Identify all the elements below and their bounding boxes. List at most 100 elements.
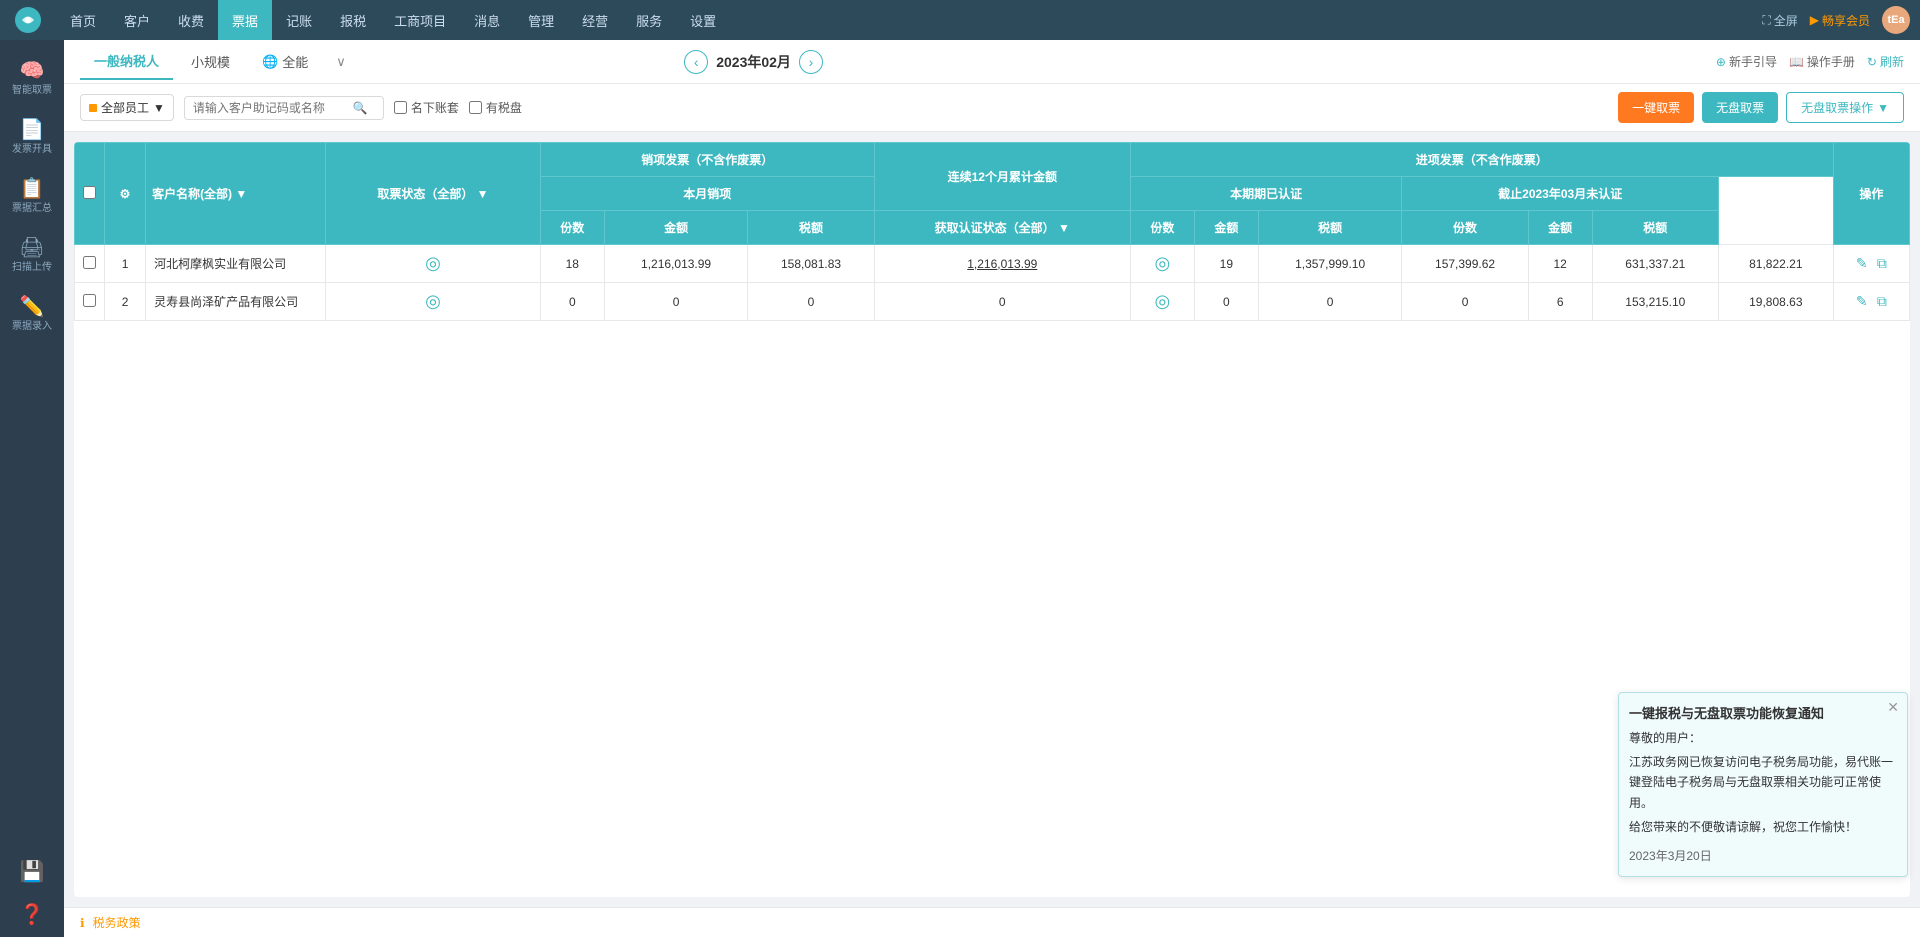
sidebar: 🧠 智能取票 📄 发票开具 📋 票据汇总 🖨 扫描上传 ✏️ 票据录入 💾 ❓ [0,40,64,937]
status-check-icon: ◎ [425,253,441,273]
guide-btn[interactable]: ⊕ 新手引导 [1716,53,1777,70]
tax-disk-filter-checkbox[interactable] [469,101,482,114]
settings-icon[interactable]: ⚙ [120,187,131,201]
vip-btn[interactable]: ▶ 畅享会员 [1810,12,1870,29]
edit-icon[interactable]: ✎ [1856,293,1868,309]
nav-settings[interactable]: 设置 [676,0,730,40]
cert-status-filter-icon[interactable]: ▼ [1058,221,1070,235]
row-cumulative: 0 [874,283,1130,321]
row-status: ◎ [326,283,541,321]
sidebar-item-smart-invoice[interactable]: 🧠 智能取票 [0,50,64,105]
nav-tax[interactable]: 报税 [326,0,380,40]
select-all-checkbox[interactable] [83,186,96,199]
sidebar-bottom: 💾 ❓ [16,851,49,937]
smart-invoice-icon: 🧠 [20,58,45,83]
row-cert-tax: 157,399.62 [1402,245,1528,283]
nav-customer[interactable]: 客户 [110,0,164,40]
top-nav-right: ⛶ 全屏 ▶ 畅享会员 tEa [1762,6,1910,34]
th-amount: 金额 [604,211,748,245]
copy-icon[interactable]: ⧉ [1877,293,1887,309]
employee-dot [89,104,97,112]
current-month-label: 2023年02月 [716,52,791,72]
tax-policy-link[interactable]: 税务政策 [93,914,141,931]
tab-all[interactable]: 🌐 全能 [248,44,322,79]
row-amount: 1,216,013.99 [604,245,748,283]
nav-invoice[interactable]: 票据 [218,0,272,40]
edit-icon[interactable]: ✎ [1856,255,1868,271]
help-icon: ❓ [20,902,45,927]
popup-body: 尊敬的用户： 江苏政务网已恢复访问电子税务局功能，易代账一键登陆电子税务局与无盘… [1629,728,1897,866]
search-input[interactable] [193,101,353,115]
search-icon[interactable]: 🔍 [353,101,368,115]
nav-manage[interactable]: 管理 [514,0,568,40]
sidebar-item-invoice-summary[interactable]: 📋 票据汇总 [0,168,64,223]
nav-operations[interactable]: 经营 [568,0,622,40]
popup-close-btn[interactable]: ✕ [1887,699,1899,716]
row-checkbox[interactable] [83,294,96,307]
row-cumulative: 1,216,013.99 [874,245,1130,283]
fullscreen-btn[interactable]: ⛶ 全屏 [1762,12,1797,29]
globe-icon: 🌐 [262,54,278,70]
th-status: 取票状态（全部） ▼ [326,143,541,245]
row-customer: 河北柯摩枫实业有限公司 [146,245,326,283]
sidebar-item-help[interactable]: ❓ [16,894,49,937]
row-cert-copies: 0 [1194,283,1258,321]
nav-business[interactable]: 工商项目 [380,0,460,40]
row-uncert-copies: 6 [1528,283,1592,321]
tab-small-scale[interactable]: 小规模 [177,44,244,79]
account-filter-label: 名下账套 [394,99,459,116]
row-uncert-amount: 153,215.10 [1592,283,1718,321]
th-certified: 本期期已认证 [1130,177,1402,211]
sidebar-item-download[interactable]: 💾 [16,851,49,894]
row-cert-copies: 19 [1194,245,1258,283]
nav-accounting[interactable]: 记账 [272,0,326,40]
top-navigation: 首页 客户 收费 票据 记账 报税 工商项目 消息 管理 经营 服务 设置 ⛶ … [0,0,1920,40]
manual-btn[interactable]: 📖 操作手册 [1789,53,1855,70]
copy-icon[interactable]: ⧉ [1877,255,1887,271]
no-disk-invoice-btn[interactable]: 无盘取票 [1702,92,1778,123]
notification-popup: ✕ 一键报税与无盘取票功能恢复通知 尊敬的用户： 江苏政务网已恢复访问电子税务局… [1618,692,1908,877]
th-tax2: 税额 [1258,211,1402,245]
row-tax: 0 [748,283,874,321]
month-navigation: ‹ 2023年02月 › [684,50,823,74]
row-copies: 0 [540,283,604,321]
fullscreen-icon: ⛶ [1762,13,1770,28]
th-uncertified: 截止2023年03月未认证 [1402,177,1719,211]
nav-billing[interactable]: 收费 [164,0,218,40]
nav-message[interactable]: 消息 [460,0,514,40]
th-settings: ⚙ [105,143,146,245]
ops-dropdown-icon: ▼ [1877,101,1889,115]
row-uncert-copies: 12 [1528,245,1592,283]
tax-disk-filter-label: 有税盘 [469,99,522,116]
status-check-icon: ◎ [425,291,441,311]
prev-month-btn[interactable]: ‹ [684,50,708,74]
cert-status-icon: ◎ [1155,291,1171,311]
account-filter-checkbox[interactable] [394,101,407,114]
tab-general-taxpayer[interactable]: 一般纳税人 [80,43,173,80]
no-disk-ops-btn[interactable]: 无盘取票操作 ▼ [1786,92,1904,123]
row-cert-tax: 0 [1402,283,1528,321]
tab-more-dropdown[interactable]: ∨ [326,48,356,76]
refresh-btn[interactable]: ↻ 刷新 [1867,53,1904,70]
status-filter-icon[interactable]: ▼ [477,187,489,201]
th-tax: 税额 [748,211,874,245]
row-uncert-tax: 81,822.21 [1718,245,1833,283]
app-logo [10,2,46,38]
nav-service[interactable]: 服务 [622,0,676,40]
sidebar-item-scan-upload[interactable]: 🖨 扫描上传 [0,227,64,282]
row-customer: 灵寿县尚泽矿产品有限公司 [146,283,326,321]
row-checkbox[interactable] [83,256,96,269]
employee-filter[interactable]: 全部员工 ▼ [80,94,174,121]
th-current-month-sales: 本月销项 [540,177,874,211]
one-click-invoice-btn[interactable]: 一键取票 [1618,92,1694,123]
customer-filter-icon[interactable]: ▼ [235,187,247,201]
sidebar-item-invoice-entry[interactable]: ✏️ 票据录入 [0,286,64,341]
next-month-btn[interactable]: › [799,50,823,74]
row-uncert-tax: 19,808.63 [1718,283,1833,321]
sidebar-item-open-invoice[interactable]: 📄 发票开具 [0,109,64,164]
nav-home[interactable]: 首页 [56,0,110,40]
invoice-entry-icon: ✏️ [20,294,45,319]
invoice-summary-icon: 📋 [20,176,45,201]
user-avatar[interactable]: tEa [1882,6,1910,34]
th-purchase-group: 进项发票（不含作废票） [1130,143,1833,177]
